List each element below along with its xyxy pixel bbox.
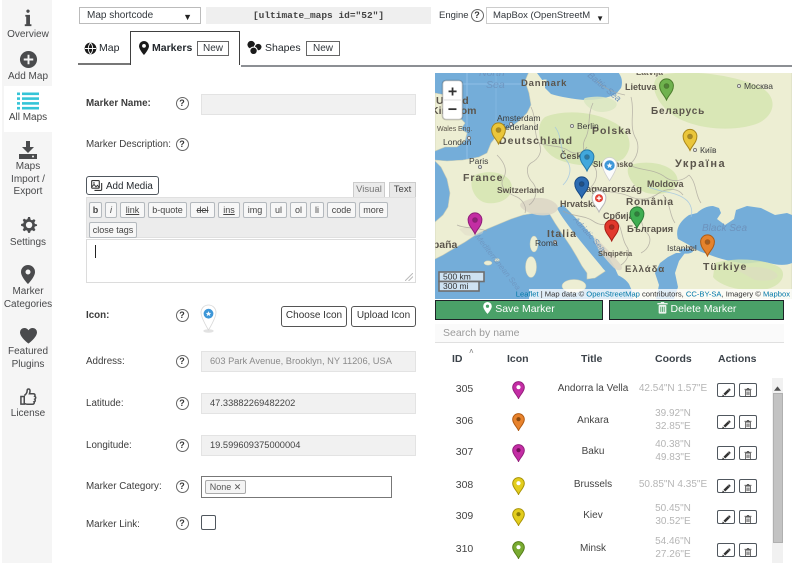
svg-text:Leaflet | Map data © OpenStree: Leaflet | Map data © OpenStreetMap contr… — [516, 290, 790, 299]
svg-text:Україна: Україна — [675, 158, 726, 170]
svg-text:Shqipëria: Shqipëria — [598, 249, 633, 258]
svg-text:Москва: Москва — [744, 81, 773, 91]
svg-text:Deutschland: Deutschland — [499, 135, 573, 147]
svg-text:Lietuva: Lietuva — [625, 82, 658, 92]
svg-text:London: London — [443, 137, 472, 147]
svg-text:Mediterranean Sea: Mediterranean Sea — [473, 233, 522, 293]
svg-text:Istanbul: Istanbul — [667, 243, 697, 253]
svg-text:Türkiye: Türkiye — [703, 261, 747, 273]
svg-text:500 km: 500 km — [443, 272, 471, 282]
svg-text:Ελλάδα: Ελλάδα — [625, 264, 665, 275]
svg-text:Danmark: Danmark — [521, 78, 567, 89]
svg-text:Moldova: Moldova — [647, 179, 684, 189]
svg-text:−: − — [448, 102, 457, 119]
svg-text:Latvija: Latvija — [636, 73, 663, 77]
svg-text:300 mi: 300 mi — [443, 281, 469, 291]
svg-text:Switzerland: Switzerland — [497, 185, 544, 195]
svg-text:Paris: Paris — [469, 156, 488, 166]
svg-text:España: España — [435, 239, 458, 251]
svg-text:Roma: Roma — [535, 238, 558, 248]
svg-text:Wales: Wales — [437, 126, 457, 133]
svg-text:Eng.: Eng. — [458, 126, 472, 133]
svg-text:România: România — [626, 197, 674, 208]
svg-text:България: България — [627, 224, 673, 235]
svg-text:Беларусь: Беларусь — [651, 106, 705, 117]
svg-text:Київ: Київ — [700, 145, 717, 155]
svg-text:Berlin: Berlin — [577, 121, 599, 131]
svg-text:Black Sea: Black Sea — [702, 223, 747, 234]
svg-text:Sea: Sea — [486, 79, 505, 91]
svg-text:France: France — [463, 172, 503, 184]
svg-text:+: + — [448, 84, 457, 101]
